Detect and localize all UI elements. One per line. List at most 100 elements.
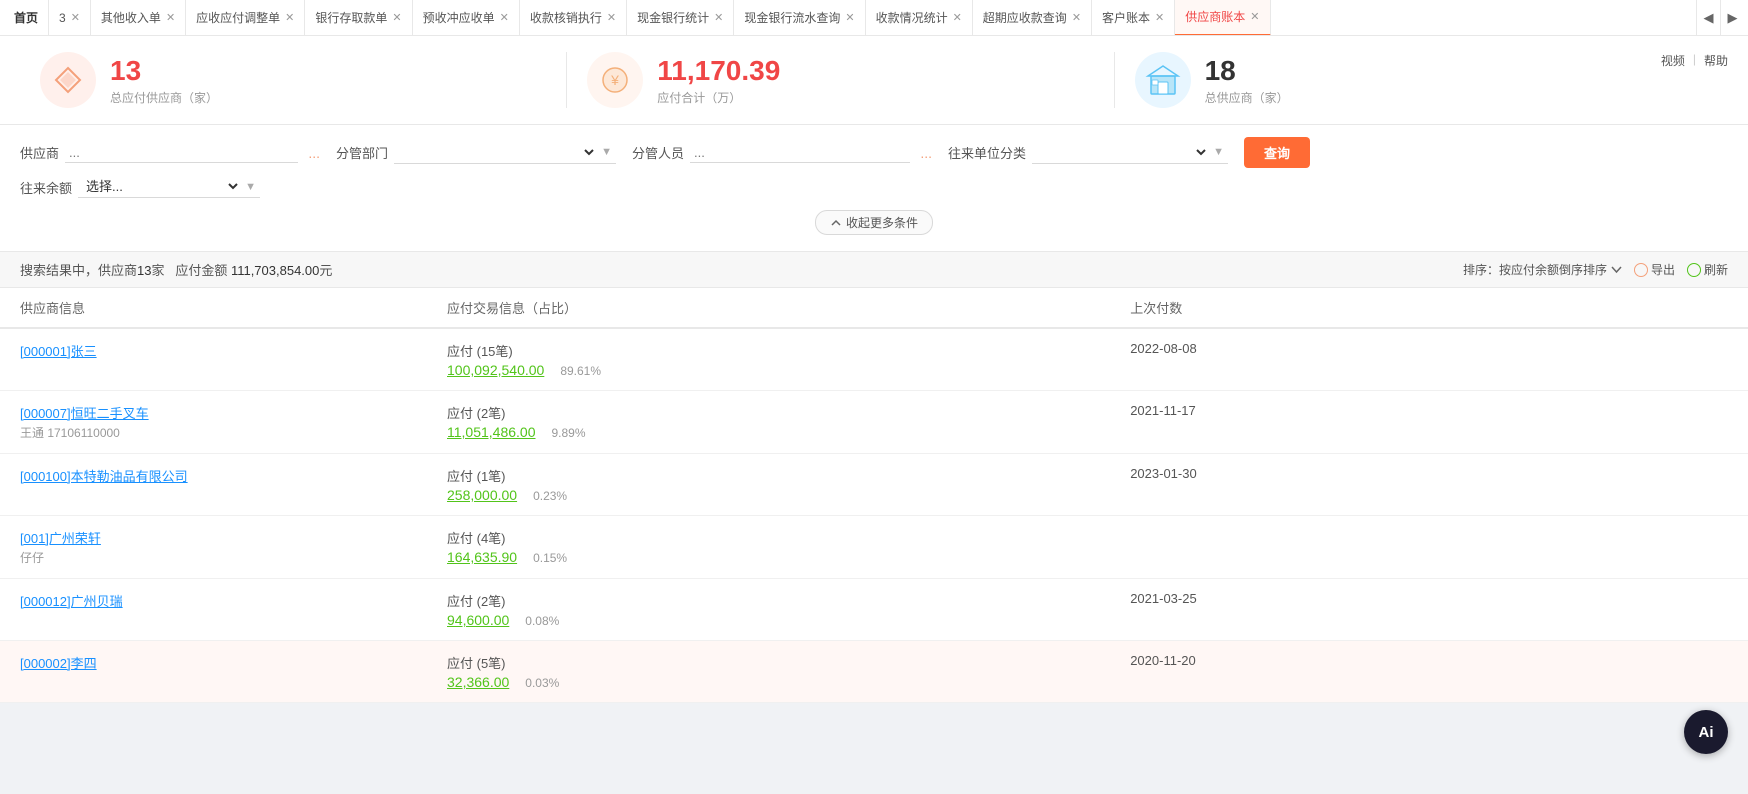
tx-row-6: 32,366.00 0.03% xyxy=(447,672,1130,690)
nav-tab-collection[interactable]: 收款核销执行 ✕ xyxy=(520,0,627,36)
header-transaction: 应付交易信息（占比） xyxy=(447,298,1130,317)
dept-label: 分管部门 xyxy=(336,143,388,162)
lastpay-5: 2021-03-25 xyxy=(1130,591,1472,606)
supplier-link-4[interactable]: [001]广州荣轩 xyxy=(20,531,101,546)
lastpay-date-1: 2022-08-08 xyxy=(1130,341,1197,356)
nav-tab-cash-flow[interactable]: 现金银行流水查询 ✕ xyxy=(734,0,865,36)
supplier-link-3[interactable]: [000100]本特勒油品有限公司 xyxy=(20,469,188,484)
refresh-icon xyxy=(1687,263,1701,277)
balance-select[interactable]: 选择... ▼ xyxy=(78,176,260,198)
video-link[interactable]: 视频 xyxy=(1661,52,1685,69)
table-row: [000100]本特勒油品有限公司 应付 (1笔) 258,000.00 0.2… xyxy=(0,454,1748,516)
tx-percent-2: 9.89% xyxy=(552,426,586,440)
table-row: [000001]张三 应付 (15笔) 100,092,540.00 89.61… xyxy=(0,329,1748,391)
summary-card-total-suppliers: 18 总供应商（家） xyxy=(1115,52,1661,108)
close-icon[interactable]: ✕ xyxy=(500,11,509,24)
dept-dropdown[interactable] xyxy=(398,144,597,161)
supplier-sub-2: 王通 17106110000 xyxy=(20,424,447,441)
supplier-sub-4: 仔仔 xyxy=(20,549,447,566)
diamond-icon xyxy=(40,52,96,108)
chevron-down-icon-2: ▼ xyxy=(1213,146,1224,158)
supplier-input[interactable] xyxy=(65,143,298,163)
filter-person: 分管人员 ... xyxy=(632,143,932,163)
nav-arrow-right[interactable]: ▶ xyxy=(1720,0,1744,36)
nav-tab-3[interactable]: 3 ✕ xyxy=(49,0,91,36)
search-button[interactable]: 查询 xyxy=(1244,137,1310,168)
nav-tab-cash-stat[interactable]: 现金银行统计 ✕ xyxy=(627,0,734,36)
lastpay-3: 2023-01-30 xyxy=(1130,466,1472,481)
unit-class-select[interactable]: ▼ xyxy=(1032,142,1228,164)
dept-select[interactable]: ▼ xyxy=(394,142,616,164)
nav-tab-bank-deposit[interactable]: 银行存取款单 ✕ xyxy=(305,0,412,36)
nav-tab-customer-ledger[interactable]: 客户账本 ✕ xyxy=(1092,0,1175,36)
tx-label-1: 应付 (15笔) xyxy=(447,341,1130,360)
table-row: [000007]恒旺二手叉车 王通 17106110000 应付 (2笔) 11… xyxy=(0,391,1748,454)
nav-tab-ap-adjust[interactable]: 应收应付调整单 ✕ xyxy=(186,0,305,36)
tx-amount-1[interactable]: 100,092,540.00 xyxy=(447,362,544,378)
result-amount: 111,703,854.00 xyxy=(231,263,319,278)
close-icon[interactable]: ✕ xyxy=(845,11,854,24)
lastpay-date-6: 2020-11-20 xyxy=(1130,653,1196,668)
close-icon[interactable]: ✕ xyxy=(285,11,294,24)
supplier-info-1: [000001]张三 xyxy=(20,341,447,360)
tx-amount-4[interactable]: 164,635.90 xyxy=(447,549,517,565)
nav-arrow-left[interactable]: ◀ xyxy=(1696,0,1720,36)
refresh-button[interactable]: 刷新 xyxy=(1687,261,1728,278)
tx-amount-5[interactable]: 94,600.00 xyxy=(447,612,509,628)
close-icon[interactable]: ✕ xyxy=(607,11,616,24)
total-payable-amount: 11,170.39 xyxy=(657,54,780,88)
filter-row-1: 供应商 ... 分管部门 ▼ 分管人员 ... xyxy=(20,137,1728,168)
nav-arrow-group: ◀ ▶ xyxy=(1696,0,1744,36)
tx-amount-3[interactable]: 258,000.00 xyxy=(447,487,517,503)
close-icon[interactable]: ✕ xyxy=(71,11,80,24)
nav-tab-supplier-ledger[interactable]: 供应商账本 ✕ xyxy=(1175,0,1270,36)
close-icon[interactable]: ✕ xyxy=(714,11,723,24)
balance-label: 往来余额 xyxy=(20,178,72,197)
close-icon[interactable]: ✕ xyxy=(953,11,962,24)
sort-label: 排序：按应付余额倒序排序 xyxy=(1463,261,1607,278)
ai-assistant-button[interactable]: Ai xyxy=(1684,710,1728,754)
supplier-link-6[interactable]: [000002]李四 xyxy=(20,656,97,671)
top-right-links: 视频 | 帮助 xyxy=(1661,52,1728,69)
chevron-down-icon: ▼ xyxy=(601,146,612,158)
export-button[interactable]: 导出 xyxy=(1634,261,1675,278)
chevron-down-icon-sort xyxy=(1611,264,1622,275)
close-icon[interactable]: ✕ xyxy=(166,11,175,24)
total-suppliers-label: 总供应商（家） xyxy=(1205,89,1289,106)
table-header: 供应商信息 应付交易信息（占比） 上次付数 xyxy=(0,288,1748,329)
tx-label-6: 应付 (5笔) xyxy=(447,653,1130,672)
header-supplier: 供应商信息 xyxy=(20,298,447,317)
close-icon[interactable]: ✕ xyxy=(1250,10,1259,23)
filter-section: 供应商 ... 分管部门 ▼ 分管人员 ... xyxy=(0,125,1748,252)
header-extra xyxy=(1472,298,1728,317)
lastpay-2: 2021-11-17 xyxy=(1130,403,1472,418)
table-row: [000012]广州贝瑞 应付 (2笔) 94,600.00 0.08% 202… xyxy=(0,579,1748,641)
nav-tab-overdue[interactable]: 超期应收款查询 ✕ xyxy=(973,0,1092,36)
supplier-info-4: [001]广州荣轩 仔仔 xyxy=(20,528,447,566)
collapse-button[interactable]: 收起更多条件 xyxy=(815,210,933,235)
filter-dept: 分管部门 ▼ xyxy=(336,142,616,164)
filter-unit-class: 往来单位分类 ▼ xyxy=(948,142,1228,164)
help-link[interactable]: 帮助 xyxy=(1704,52,1728,69)
nav-tab-collection-stat[interactable]: 收款情况统计 ✕ xyxy=(866,0,973,36)
unit-class-dropdown[interactable] xyxy=(1036,144,1209,161)
sort-selector[interactable]: 排序：按应付余额倒序排序 xyxy=(1463,261,1622,278)
tx-row-5: 94,600.00 0.08% xyxy=(447,610,1130,628)
summary-bar: 13 总应付供应商（家） ¥ 11,170.39 应付合计（万） xyxy=(0,36,1748,125)
nav-tab-home[interactable]: 首页 xyxy=(4,0,49,36)
supplier-ellipsis-btn[interactable]: ... xyxy=(308,145,320,161)
supplier-link-1[interactable]: [000001]张三 xyxy=(20,344,97,359)
lastpay-date-5: 2021-03-25 xyxy=(1130,591,1197,606)
person-input[interactable] xyxy=(690,143,910,163)
supplier-link-5[interactable]: [000012]广州贝瑞 xyxy=(20,594,123,609)
person-ellipsis-btn[interactable]: ... xyxy=(920,145,932,161)
tx-amount-6[interactable]: 32,366.00 xyxy=(447,674,509,690)
balance-dropdown[interactable]: 选择... xyxy=(82,178,241,195)
close-icon[interactable]: ✕ xyxy=(392,11,401,24)
nav-tab-prepay[interactable]: 预收冲应收单 ✕ xyxy=(413,0,520,36)
close-icon[interactable]: ✕ xyxy=(1155,11,1164,24)
nav-tab-other-income[interactable]: 其他收入单 ✕ xyxy=(91,0,186,36)
tx-amount-2[interactable]: 11,051,486.00 xyxy=(447,424,536,440)
close-icon[interactable]: ✕ xyxy=(1072,11,1081,24)
supplier-link-2[interactable]: [000007]恒旺二手叉车 xyxy=(20,406,149,421)
